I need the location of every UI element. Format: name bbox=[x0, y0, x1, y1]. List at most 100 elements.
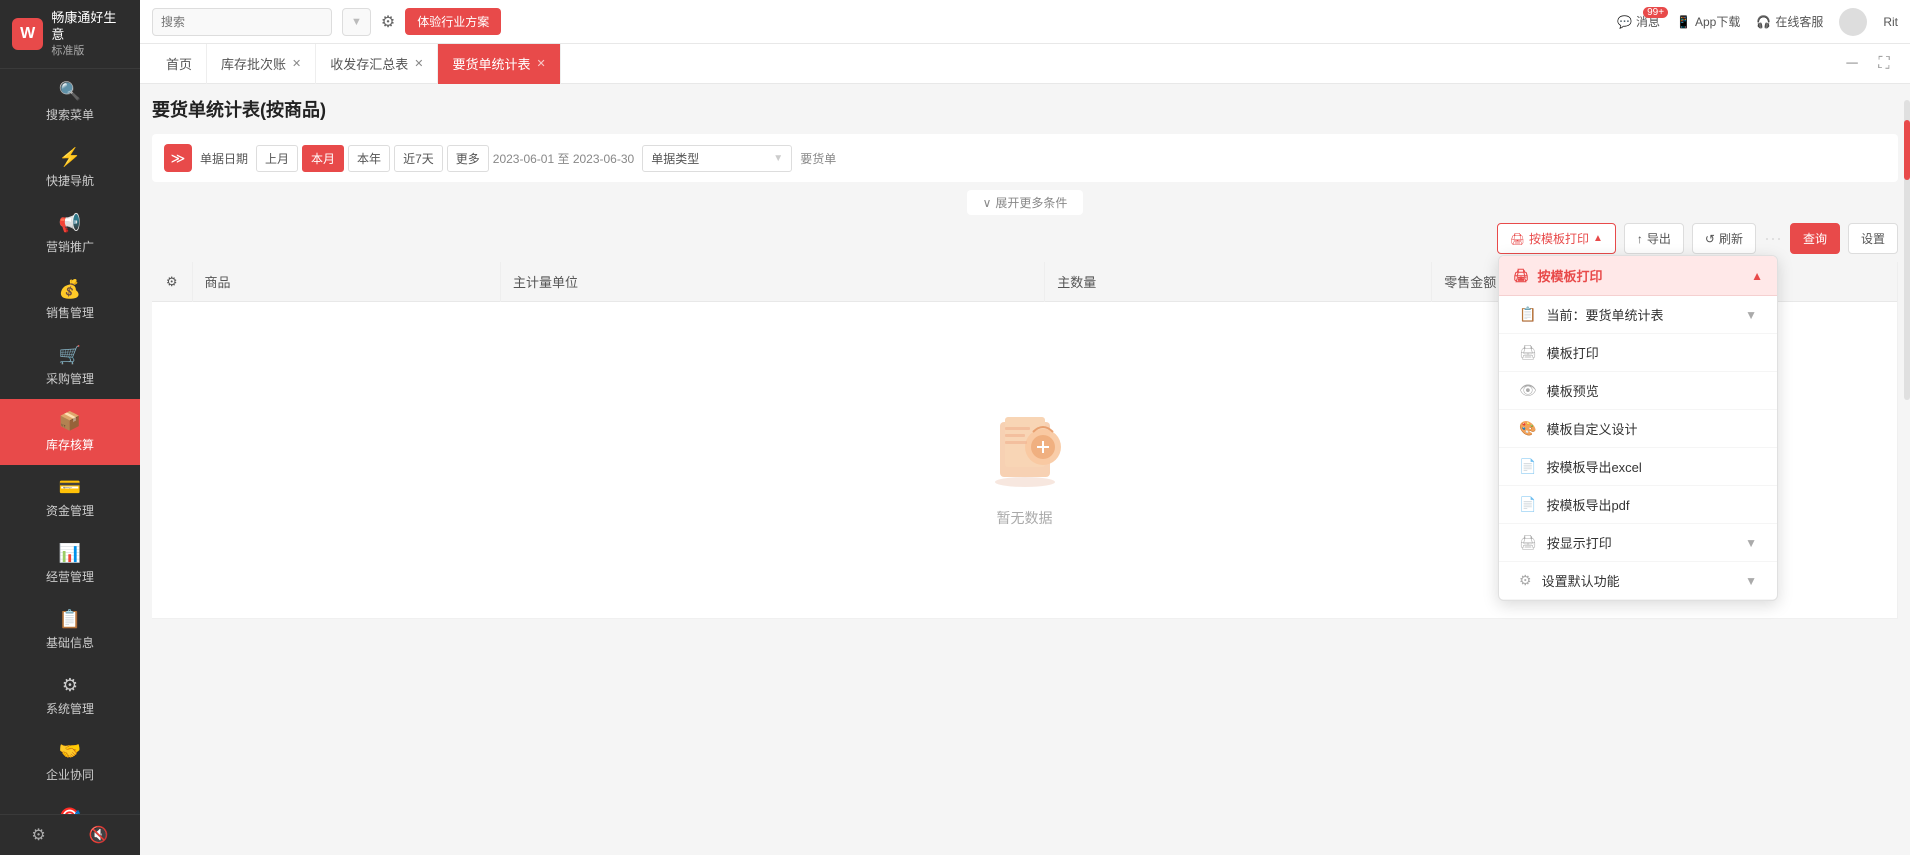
print-dropdown-menu: 🖨 按模板打印 ▲ 📋 当前：要货单统计表 ▼ 🖨 模板打印 bbox=[1498, 255, 1778, 601]
sidebar-item-corp[interactable]: 🤝 企业协同 bbox=[0, 729, 140, 795]
tab-close-order-stats[interactable]: ✕ bbox=[537, 57, 546, 70]
print-template-button[interactable]: 🖨 按模板打印 ▲ bbox=[1497, 223, 1616, 254]
chevron-up-icon: ▲ bbox=[1593, 233, 1603, 244]
table-header-product: 商品 bbox=[192, 262, 500, 302]
refresh-icon: ↺ bbox=[1705, 232, 1715, 246]
tab-close-income-summary[interactable]: ✕ bbox=[414, 57, 423, 70]
tab-income-summary[interactable]: 收发存汇总表 ✕ bbox=[316, 44, 438, 84]
display-print-icon: 🖨 bbox=[1519, 534, 1537, 551]
filter-expand-button[interactable]: ≫ bbox=[164, 144, 192, 172]
sidebar-item-finance[interactable]: 💳 资金管理 bbox=[0, 465, 140, 531]
search-icon: 🔍 bbox=[59, 81, 81, 102]
dropdown-chevron-icon[interactable]: ▲ bbox=[1751, 269, 1763, 283]
sidebar-item-sales[interactable]: 💰 销售管理 bbox=[0, 267, 140, 333]
template-excel-item[interactable]: 📄 按模板导出excel bbox=[1499, 448, 1777, 486]
sidebar-item-marketing[interactable]: 📢 营销推广 bbox=[0, 201, 140, 267]
online-service-button[interactable]: 🎧 在线客服 bbox=[1756, 13, 1823, 30]
expand-more-conditions-button[interactable]: ∨ 展开更多条件 bbox=[967, 190, 1084, 215]
refresh-button[interactable]: ↺ 刷新 bbox=[1692, 223, 1756, 254]
settings-button[interactable]: 设置 bbox=[1848, 223, 1898, 254]
tab-minimize-button[interactable]: ─ bbox=[1838, 50, 1866, 78]
current-template-item[interactable]: 📋 当前：要货单统计表 ▼ bbox=[1499, 296, 1777, 334]
tab-order-stats[interactable]: 要货单统计表 ✕ bbox=[438, 44, 560, 84]
tab-actions: ─ ⛶ bbox=[1838, 50, 1898, 78]
gear-icon: ⚙ bbox=[62, 675, 78, 696]
action-bar: 🖨 按模板打印 ▲ ↑ 导出 ↺ 刷新 ··· 查询 设置 🖨 按模板打印 bbox=[152, 223, 1898, 254]
empty-text: 暂无数据 bbox=[997, 508, 1053, 528]
topbar: ▼ ⚙ 体验行业方案 💬 消息 99+ 📱 App下载 🎧 在线客服 Rit bbox=[140, 0, 1910, 44]
money-icon: 💰 bbox=[59, 279, 81, 300]
right-scrollbar[interactable] bbox=[1904, 100, 1910, 400]
message-button[interactable]: 💬 消息 99+ bbox=[1617, 13, 1660, 30]
card-icon: 💳 bbox=[59, 477, 81, 498]
date-7days-button[interactable]: 近7天 bbox=[394, 145, 443, 172]
template-print-icon: 🖨 bbox=[1519, 344, 1537, 361]
template-print-item[interactable]: 🖨 模板打印 bbox=[1499, 334, 1777, 372]
filter-date-group: 上月 本月 本年 近7天 更多 2023-06-01 至 2023-06-30 bbox=[256, 145, 634, 172]
tab-home[interactable]: 首页 bbox=[152, 44, 207, 84]
mute-icon[interactable]: 🔇 bbox=[89, 825, 109, 845]
sidebar-scroll: 🔍 搜索菜单 ⚡ 快捷导航 📢 营销推广 💰 销售管理 🛒 采购管理 📦 库存核… bbox=[0, 69, 140, 814]
date-more-button[interactable]: 更多 bbox=[447, 145, 489, 172]
date-this-year-button[interactable]: 本年 bbox=[348, 145, 390, 172]
topbar-search-input[interactable] bbox=[152, 8, 332, 36]
display-print-item[interactable]: 🖨 按显示打印 ▼ bbox=[1499, 524, 1777, 562]
list-icon: 📋 bbox=[59, 609, 81, 630]
sidebar-item-purchase[interactable]: 🛒 采购管理 bbox=[0, 333, 140, 399]
expand-row: ∨ 展开更多条件 bbox=[152, 190, 1898, 215]
sidebar-bottom: ⚙ 🔇 bbox=[0, 814, 140, 855]
template-pdf-item[interactable]: 📄 按模板导出pdf bbox=[1499, 486, 1777, 524]
main-content: ▼ ⚙ 体验行业方案 💬 消息 99+ 📱 App下载 🎧 在线客服 Rit 首… bbox=[140, 0, 1910, 855]
export-icon: ↑ bbox=[1637, 232, 1643, 246]
sidebar-item-quick-nav[interactable]: ⚡ 快捷导航 bbox=[0, 135, 140, 201]
trial-button[interactable]: 体验行业方案 bbox=[405, 8, 501, 35]
chart-icon: 📊 bbox=[59, 543, 81, 564]
scrollbar-thumb[interactable] bbox=[1904, 120, 1910, 180]
template-design-item[interactable]: 🎨 模板自定义设计 bbox=[1499, 410, 1777, 448]
sidebar-item-basic[interactable]: 📋 基础信息 bbox=[0, 597, 140, 663]
bell-icon: 💬 bbox=[1617, 15, 1632, 29]
username-label: Rit bbox=[1883, 15, 1898, 29]
query-button[interactable]: 查询 bbox=[1790, 223, 1840, 254]
topbar-dropdown[interactable]: ▼ bbox=[342, 8, 371, 36]
page-title: 要货单统计表(按商品) bbox=[152, 96, 1898, 122]
sidebar-item-inventory[interactable]: 📦 库存核算 bbox=[0, 399, 140, 465]
megaphone-icon: 📢 bbox=[59, 213, 81, 234]
sidebar-item-search[interactable]: 🔍 搜索菜单 bbox=[0, 69, 140, 135]
display-print-arrow-icon: ▼ bbox=[1745, 536, 1757, 550]
date-last-month-button[interactable]: 上月 bbox=[256, 145, 298, 172]
settings-bottom-icon[interactable]: ⚙ bbox=[31, 825, 45, 845]
topbar-right: 💬 消息 99+ 📱 App下载 🎧 在线客服 Rit bbox=[1617, 8, 1898, 36]
ellipsis-icon[interactable]: ··· bbox=[1764, 228, 1782, 249]
tab-maximize-button[interactable]: ⛶ bbox=[1870, 50, 1898, 78]
sidebar-item-system[interactable]: ⚙ 系统管理 bbox=[0, 663, 140, 729]
filter-bar: ≫ 单据日期 上月 本月 本年 近7天 更多 2023-06-01 至 2023… bbox=[152, 134, 1898, 182]
app-download-button[interactable]: 📱 App下载 bbox=[1676, 13, 1740, 30]
sidebar-item-operation[interactable]: 📊 经营管理 bbox=[0, 531, 140, 597]
logo-icon: W bbox=[12, 18, 43, 50]
cart-icon: 🛒 bbox=[59, 345, 81, 366]
download-icon: 📱 bbox=[1676, 15, 1691, 29]
tab-inventory-batch[interactable]: 库存批次账 ✕ bbox=[207, 44, 316, 84]
sidebar-logo: W 畅康通好生意 标准版 bbox=[0, 0, 140, 69]
user-avatar[interactable] bbox=[1839, 8, 1867, 36]
tab-close-inventory-batch[interactable]: ✕ bbox=[292, 57, 301, 70]
tabbar: 首页 库存批次账 ✕ 收发存汇总表 ✕ 要货单统计表 ✕ ─ ⛶ bbox=[140, 44, 1910, 84]
export-button[interactable]: ↑ 导出 bbox=[1624, 223, 1684, 254]
print-header-icon: 🖨 bbox=[1513, 268, 1530, 284]
default-func-arrow-icon: ▼ bbox=[1745, 574, 1757, 588]
template-design-icon: 🎨 bbox=[1519, 420, 1536, 437]
current-arrow-icon: ▼ bbox=[1745, 308, 1757, 322]
default-func-item[interactable]: ⚙ 设置默认功能 ▼ bbox=[1499, 562, 1777, 600]
page-content: 要货单统计表(按商品) ≫ 单据日期 上月 本月 本年 近7天 更多 2023-… bbox=[140, 84, 1910, 855]
current-icon: 📋 bbox=[1519, 306, 1536, 323]
printer-icon: 🖨 bbox=[1510, 232, 1525, 246]
sidebar-item-guide[interactable]: 🎯 新手引导 bbox=[0, 795, 140, 814]
topbar-gear-icon[interactable]: ⚙ bbox=[381, 12, 395, 32]
default-func-icon: ⚙ bbox=[1519, 572, 1532, 589]
empty-illustration bbox=[975, 392, 1075, 492]
date-this-month-button[interactable]: 本月 bbox=[302, 145, 344, 172]
template-preview-item[interactable]: 👁 模板预览 bbox=[1499, 372, 1777, 410]
order-type-select[interactable]: 单据类型 ▼ bbox=[642, 145, 792, 172]
pdf-icon: 📄 bbox=[1519, 496, 1536, 513]
